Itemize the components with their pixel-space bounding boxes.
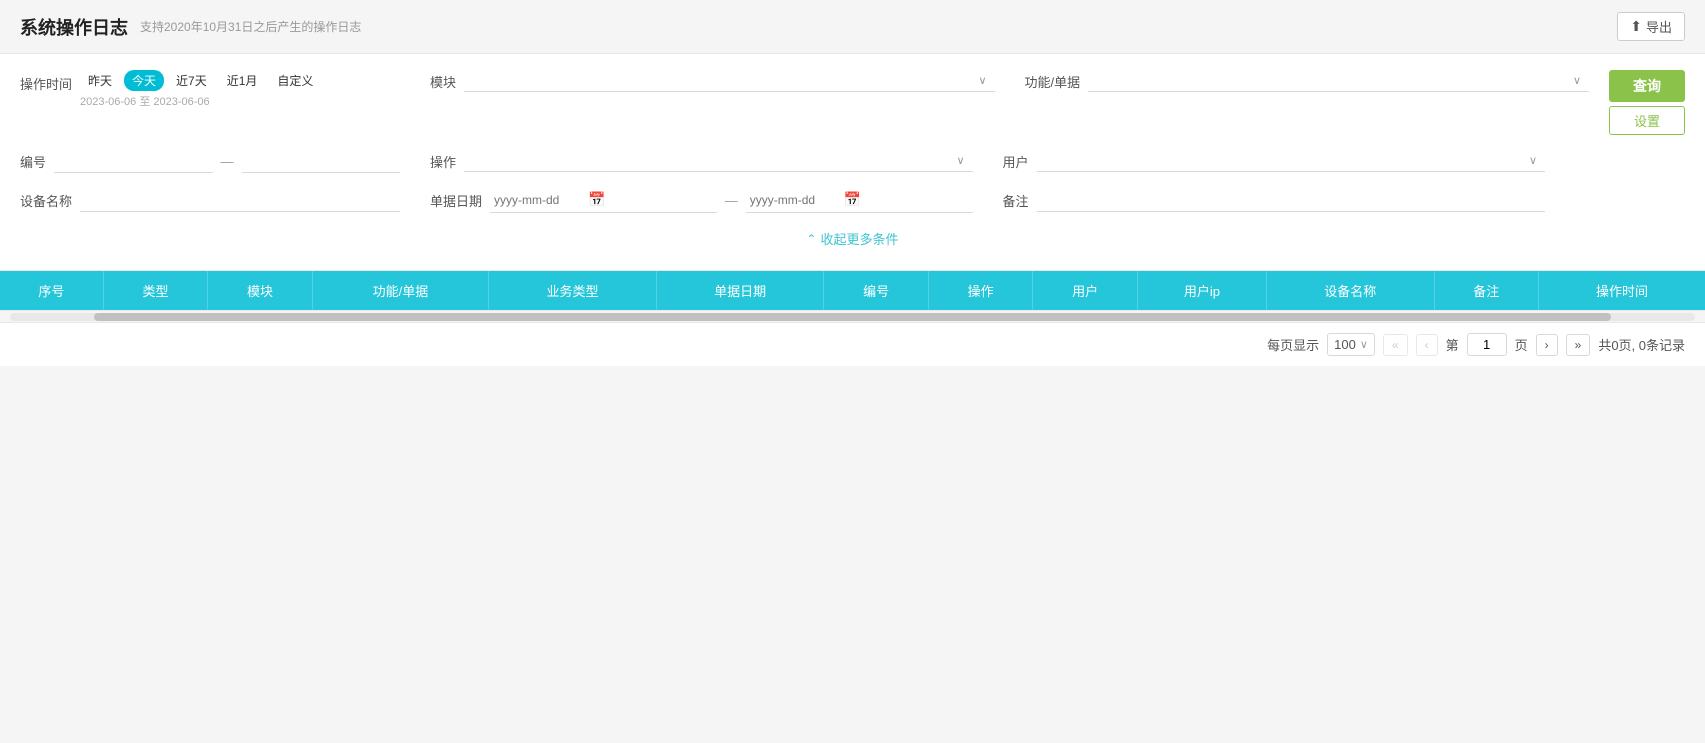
module-select[interactable]: ∨ bbox=[464, 70, 994, 92]
first-page-button[interactable]: « bbox=[1383, 334, 1408, 356]
col-module: 模块 bbox=[208, 271, 312, 310]
device-input[interactable] bbox=[80, 188, 400, 212]
time-btn-yesterday[interactable]: 昨天 bbox=[80, 70, 120, 91]
page-header: 系统操作日志 支持2020年10月31日之后产生的操作日志 ⬆ 导出 bbox=[0, 0, 1705, 54]
operation-arrow-icon: ∨ bbox=[956, 154, 964, 167]
col-op-time: 操作时间 bbox=[1539, 271, 1705, 310]
time-btn-custom[interactable]: 自定义 bbox=[269, 70, 321, 91]
export-button[interactable]: ⬆ 导出 bbox=[1617, 12, 1685, 41]
number-to-input[interactable] bbox=[242, 149, 401, 173]
page-size-select[interactable]: 100 ∨ bbox=[1327, 333, 1375, 356]
number-label: 编号 bbox=[20, 152, 46, 171]
operation-time-label: 操作时间 bbox=[20, 70, 72, 93]
page-number-input[interactable] bbox=[1467, 333, 1507, 356]
date-from-wrap: 📅 bbox=[490, 187, 717, 213]
query-button[interactable]: 查询 bbox=[1609, 70, 1685, 102]
total-text: 共0页, 0条记录 bbox=[1598, 335, 1685, 354]
col-user-ip: 用户ip bbox=[1137, 271, 1266, 310]
date-range-display: 2023-06-06 至 2023-06-06 bbox=[80, 93, 321, 109]
time-btn-1month[interactable]: 近1月 bbox=[219, 70, 266, 91]
page-unit: 页 bbox=[1515, 335, 1528, 354]
date-to-input[interactable] bbox=[750, 193, 840, 207]
number-dash: — bbox=[213, 154, 242, 169]
col-biz-type: 业务类型 bbox=[489, 271, 657, 310]
filter-area: 操作时间 昨天 今天 近7天 近1月 自定义 2023-06-06 至 2023… bbox=[0, 54, 1705, 271]
table-container: 序号 类型 模块 功能/单据 业务类型 单据日期 编号 操作 用户 用户ip 设… bbox=[0, 271, 1705, 310]
pagination-bar: 每页显示 100 ∨ « ‹ 第 页 › » 共0页, 0条记录 bbox=[0, 322, 1705, 366]
collapse-label: 收起更多条件 bbox=[821, 229, 899, 248]
voucher-date-label: 单据日期 bbox=[430, 191, 482, 210]
scrollbar-track bbox=[10, 313, 1695, 321]
action-buttons: 查询 设置 bbox=[1589, 70, 1685, 135]
page-subtitle: 支持2020年10月31日之后产生的操作日志 bbox=[140, 18, 361, 35]
col-type: 类型 bbox=[103, 271, 207, 310]
number-from-input[interactable] bbox=[54, 149, 213, 173]
module-label: 模块 bbox=[430, 72, 456, 91]
next-page-button[interactable]: › bbox=[1536, 334, 1558, 356]
table-header: 序号 类型 模块 功能/单据 业务类型 单据日期 编号 操作 用户 用户ip 设… bbox=[0, 271, 1705, 310]
note-label: 备注 bbox=[1003, 191, 1029, 210]
note-input[interactable] bbox=[1037, 188, 1545, 212]
operation-label: 操作 bbox=[430, 152, 456, 171]
time-btn-7days[interactable]: 近7天 bbox=[168, 70, 215, 91]
page-size-arrow-icon: ∨ bbox=[1360, 338, 1368, 351]
time-section: 昨天 今天 近7天 近1月 自定义 2023-06-06 至 2023-06-0… bbox=[80, 70, 321, 109]
col-number: 编号 bbox=[824, 271, 928, 310]
col-index: 序号 bbox=[0, 271, 103, 310]
time-btn-today[interactable]: 今天 bbox=[124, 70, 164, 91]
col-operation: 操作 bbox=[928, 271, 1032, 310]
scrollbar-thumb bbox=[94, 313, 1611, 321]
export-label: 导出 bbox=[1646, 17, 1672, 36]
date-dash: — bbox=[717, 193, 746, 208]
col-device: 设备名称 bbox=[1266, 271, 1434, 310]
collapse-button[interactable]: ⌃ 收起更多条件 bbox=[20, 223, 1685, 254]
collapse-icon: ⌃ bbox=[806, 232, 816, 246]
data-table: 序号 类型 模块 功能/单据 业务类型 单据日期 编号 操作 用户 用户ip 设… bbox=[0, 271, 1705, 310]
header-row: 序号 类型 模块 功能/单据 业务类型 单据日期 编号 操作 用户 用户ip 设… bbox=[0, 271, 1705, 310]
settings-button[interactable]: 设置 bbox=[1609, 106, 1685, 135]
page-size-label: 每页显示 bbox=[1267, 335, 1319, 354]
last-page-button[interactable]: » bbox=[1566, 334, 1591, 356]
col-note: 备注 bbox=[1434, 271, 1538, 310]
prev-page-button[interactable]: ‹ bbox=[1416, 334, 1438, 356]
user-label: 用户 bbox=[1003, 152, 1029, 171]
time-buttons: 昨天 今天 近7天 近1月 自定义 bbox=[80, 70, 321, 91]
date-from-input[interactable] bbox=[494, 193, 584, 207]
user-arrow-icon: ∨ bbox=[1529, 154, 1537, 167]
module-arrow-icon: ∨ bbox=[978, 74, 986, 87]
title-area: 系统操作日志 支持2020年10月31日之后产生的操作日志 bbox=[20, 14, 361, 40]
col-user: 用户 bbox=[1033, 271, 1137, 310]
device-label: 设备名称 bbox=[20, 191, 72, 210]
calendar-to-icon[interactable]: 📅 bbox=[844, 191, 861, 208]
col-voucher-date: 单据日期 bbox=[656, 271, 824, 310]
function-select[interactable]: ∨ bbox=[1088, 70, 1589, 92]
export-icon: ⬆ bbox=[1630, 18, 1642, 35]
operation-select[interactable]: ∨ bbox=[464, 150, 972, 172]
function-label: 功能/单据 bbox=[1025, 72, 1081, 91]
horizontal-scrollbar[interactable] bbox=[0, 310, 1705, 322]
page-size-value: 100 bbox=[1334, 337, 1356, 352]
date-to-wrap: 📅 bbox=[746, 187, 973, 213]
calendar-from-icon[interactable]: 📅 bbox=[588, 191, 605, 208]
function-arrow-icon: ∨ bbox=[1573, 74, 1581, 87]
user-select[interactable]: ∨ bbox=[1037, 150, 1545, 172]
col-function: 功能/单据 bbox=[312, 271, 488, 310]
page-title: 系统操作日志 bbox=[20, 14, 128, 40]
page-label: 第 bbox=[1446, 335, 1459, 354]
